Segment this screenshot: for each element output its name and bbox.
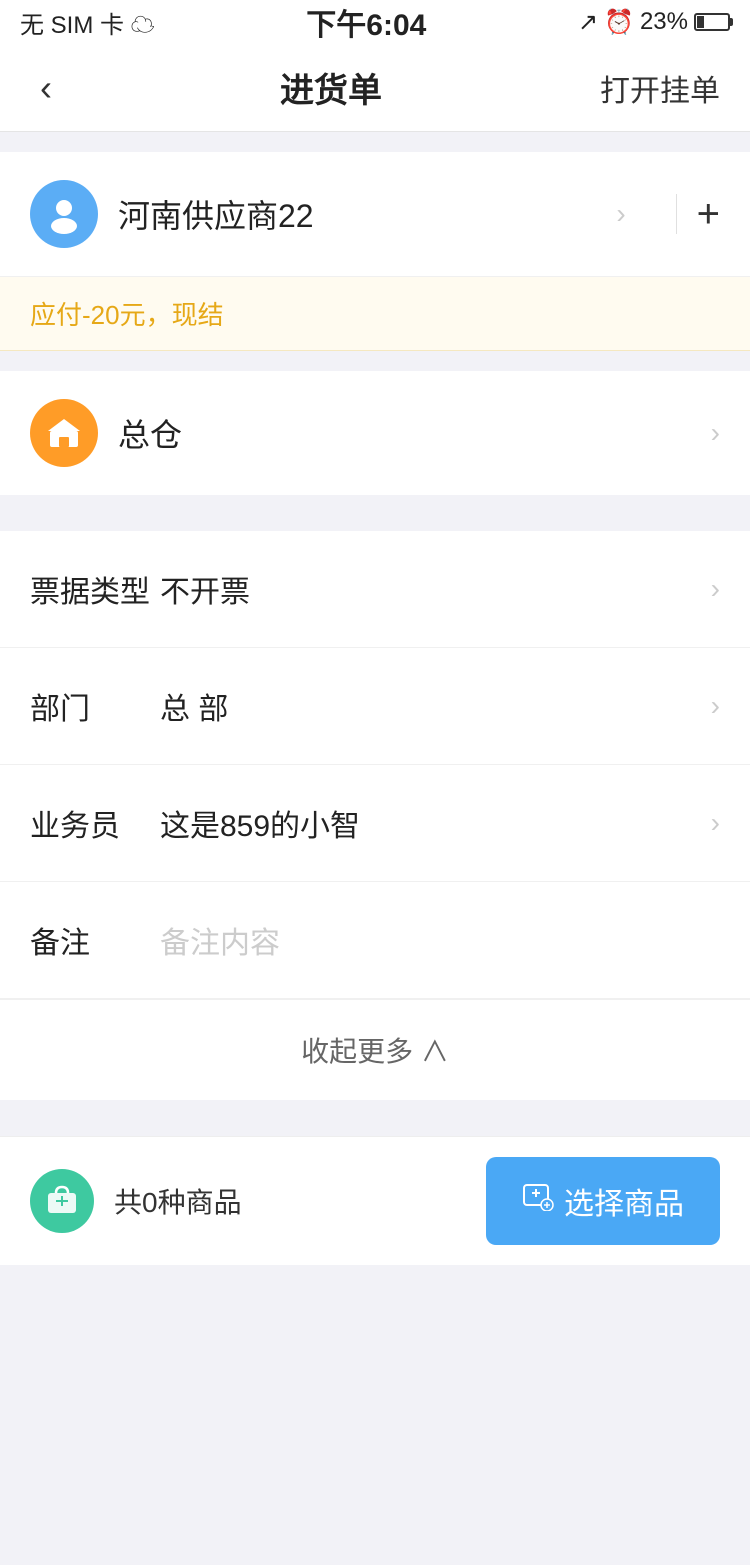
supplier-chevron-icon: › [616,198,625,230]
dept-row[interactable]: 部门 总 部 › [0,648,750,765]
invoice-label: 票据类型 [30,567,160,611]
dept-value: 总 部 [160,684,711,728]
status-bar: 无 SIM 卡 ☁ 下午6:04 ↗ ⏰ 23% [0,0,750,44]
dept-label: 部门 [30,684,160,728]
warehouse-icon [30,399,98,467]
status-left: 无 SIM 卡 ☁ [20,5,155,40]
staff-row[interactable]: 业务员 这是859的小智 › [0,765,750,882]
select-product-button[interactable]: 选择商品 [486,1157,720,1245]
add-supplier-button[interactable]: + [697,192,720,237]
warehouse-name: 总仓 [118,410,711,456]
remark-input[interactable]: 备注内容 [160,918,720,962]
staff-chevron-icon: › [711,807,720,839]
select-product-icon [522,1183,554,1219]
collapse-button[interactable]: 收起更多 ∧ [0,999,750,1100]
status-time: 下午6:04 [306,0,426,44]
staff-value: 这是859的小智 [160,801,711,845]
back-button[interactable]: ‹ [30,57,62,119]
warehouse-section: 总仓 › [0,371,750,495]
notice-bar: 应付-20元，现结 [0,277,750,351]
section-gap-3 [0,495,750,515]
supplier-name: 河南供应商22 [118,191,616,237]
supplier-divider [676,194,677,234]
location-icon: ↗ [578,8,598,37]
battery-icon [694,13,730,31]
product-icon [30,1169,94,1233]
invoice-chevron-icon: › [711,573,720,605]
warehouse-chevron-icon: › [711,417,720,449]
invoice-type-row[interactable]: 票据类型 不开票 › [0,531,750,648]
status-right: ↗ ⏰ 23% [578,8,730,37]
form-section: 票据类型 不开票 › 部门 总 部 › 业务员 这是859的小智 › 备注 备注… [0,531,750,1100]
supplier-section: 河南供应商22 › + 应付-20元，现结 [0,152,750,351]
section-gap-2 [0,351,750,371]
open-pending-button[interactable]: 打开挂单 [600,66,720,110]
remark-row[interactable]: 备注 备注内容 [0,882,750,999]
sim-signal: 无 SIM 卡 ☁ [20,5,155,40]
alarm-icon: ⏰ [604,8,634,37]
section-gap-4 [0,1100,750,1120]
product-count: 共0种商品 [114,1181,486,1221]
select-product-label: 选择商品 [564,1179,684,1223]
supplier-row[interactable]: 河南供应商22 › + [0,152,750,277]
bottom-bar: 共0种商品 选择商品 [0,1136,750,1265]
page-background [0,1265,750,1565]
battery-text: 23% [640,8,688,36]
remark-label: 备注 [30,918,160,962]
nav-bar: ‹ 进货单 打开挂单 [0,44,750,132]
supplier-avatar [30,180,98,248]
invoice-value: 不开票 [160,567,711,611]
staff-label: 业务员 [30,801,160,845]
warehouse-row[interactable]: 总仓 › [0,371,750,495]
dept-chevron-icon: › [711,690,720,722]
page-title: 进货单 [280,63,382,112]
section-gap-1 [0,132,750,152]
